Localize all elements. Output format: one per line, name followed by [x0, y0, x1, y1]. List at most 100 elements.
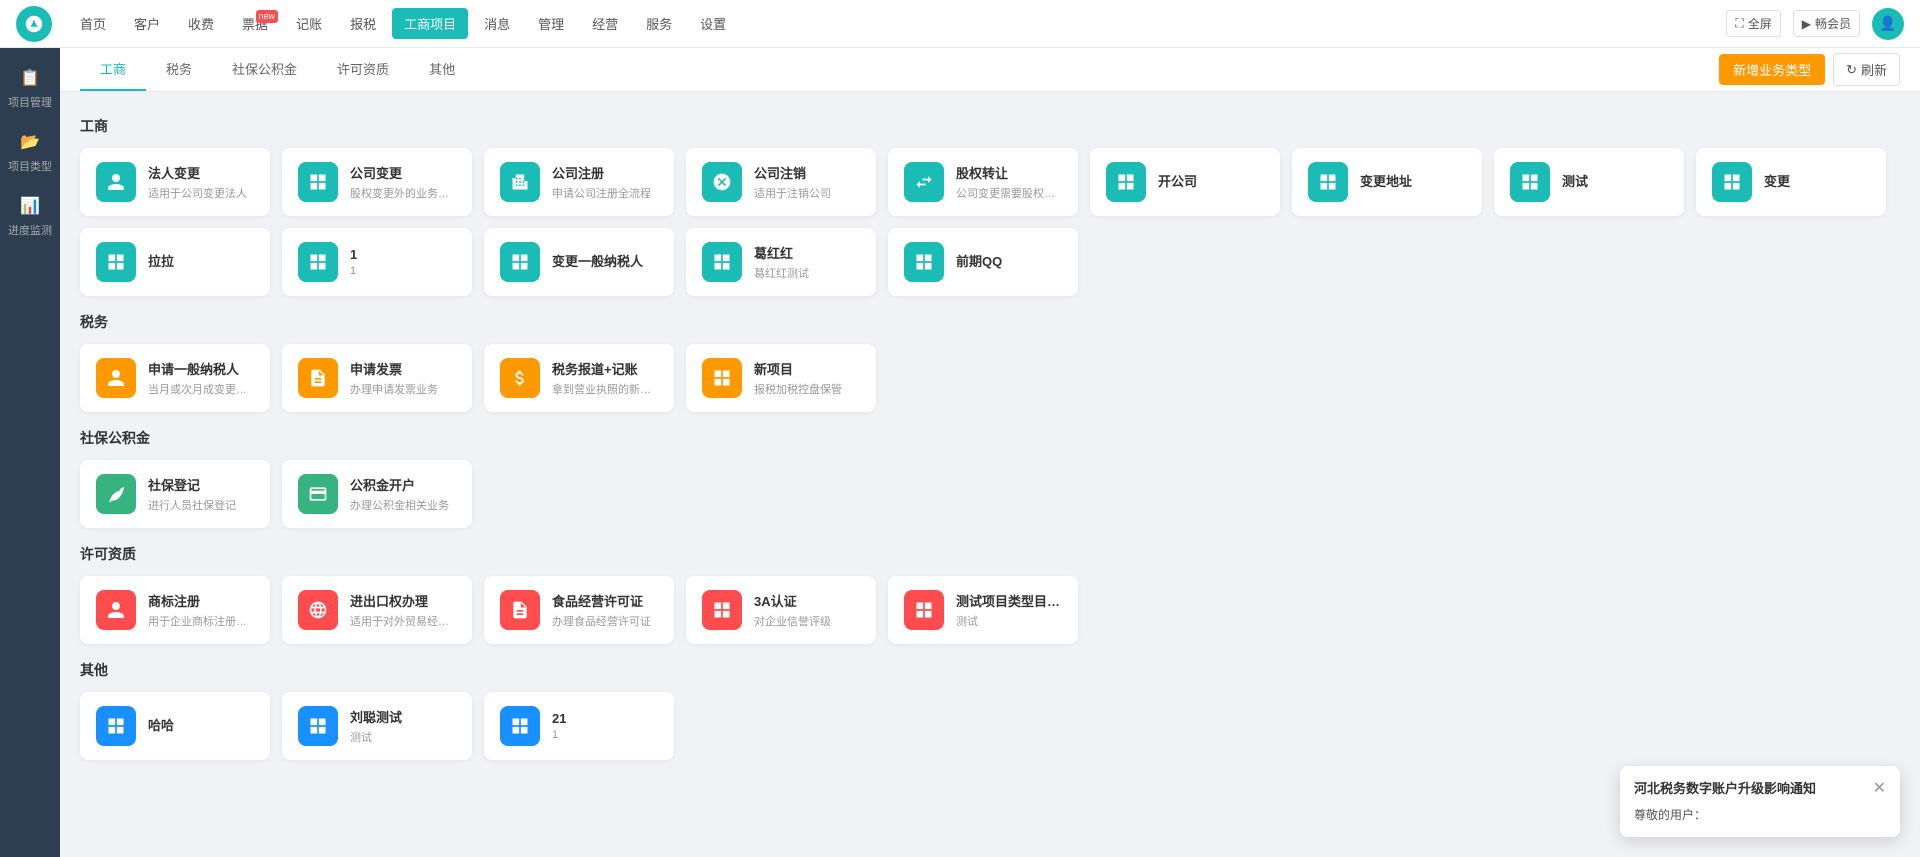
card-公司注册[interactable]: 公司注册申请公司注册全流程: [484, 148, 674, 216]
nav-item-记账[interactable]: 记账: [284, 8, 334, 39]
card-icon-刘聪测试: [298, 706, 338, 746]
card-股权转让[interactable]: 股权转让公司变更需要股权转让: [888, 148, 1078, 216]
card-title-text: 公司注销: [754, 163, 860, 182]
nav-item-报税[interactable]: 报税: [338, 8, 388, 39]
card-食品经营许可证[interactable]: 食品经营许可证办理食品经营许可证: [484, 576, 674, 644]
nav-item-客户[interactable]: 客户: [122, 8, 172, 39]
card-title-text: 21: [552, 711, 658, 726]
card-desc-text: 办理申请发票业务: [350, 381, 456, 397]
member-button[interactable]: ▶ 畅会员: [1793, 10, 1860, 37]
card-法人变更[interactable]: 法人变更适用于公司变更法人: [80, 148, 270, 216]
card-拉拉[interactable]: 拉拉: [80, 228, 270, 296]
card-公司注销[interactable]: 公司注销适用于注销公司: [686, 148, 876, 216]
nav-item-管理[interactable]: 管理: [526, 8, 576, 39]
refresh-button[interactable]: ↻ 刷新: [1833, 53, 1900, 86]
card-title-text: 拉拉: [148, 251, 254, 270]
user-avatar[interactable]: 👤: [1872, 8, 1904, 40]
nav-item-服务[interactable]: 服务: [634, 8, 684, 39]
card-desc-text: 对企业信誉评级: [754, 613, 860, 629]
card-刘聪测试[interactable]: 刘聪测试测试: [282, 692, 472, 760]
card-desc-text: 报税加税控盘保管: [754, 381, 860, 397]
nav-right: ⛶ 全屏 ▶ 畅会员 👤: [1726, 8, 1904, 40]
card-申请一般纳税人[interactable]: 申请一般纳税人当月或次月成变更完成: [80, 344, 270, 412]
card-商标注册[interactable]: 商标注册用于企业商标注册服务: [80, 576, 270, 644]
nav-item-收费[interactable]: 收费: [176, 8, 226, 39]
card-哈哈[interactable]: 哈哈: [80, 692, 270, 760]
subtab-社保公积金[interactable]: 社保公积金: [212, 48, 317, 91]
fullscreen-button[interactable]: ⛶ 全屏: [1726, 10, 1780, 37]
card-icon-税务报道+记账: [500, 358, 540, 398]
card-社保登记[interactable]: 社保登记进行人员社保登记: [80, 460, 270, 528]
card-icon-前期QQ: [904, 242, 944, 282]
subtab-其他[interactable]: 其他: [409, 48, 475, 91]
cards-grid-其他: 哈哈 刘聪测试测试211: [80, 692, 1900, 760]
nav-item-首页[interactable]: 首页: [68, 8, 118, 39]
card-3A认证[interactable]: 3A认证对企业信誉评级: [686, 576, 876, 644]
subtab-许可资质[interactable]: 许可资质: [317, 48, 409, 91]
card-1[interactable]: 11: [282, 228, 472, 296]
card-desc-text: 适用于公司变更法人: [148, 185, 254, 201]
nav-items: 首页客户收费票据new记账报税工商项目消息管理经营服务设置: [68, 8, 1726, 39]
card-icon-公司变更: [298, 162, 338, 202]
card-icon-股权转让: [904, 162, 944, 202]
notification-title: 河北税务数字账户升级影响通知: [1634, 778, 1816, 797]
card-进出口权办理[interactable]: 进出口权办理适用于对外贸易经营者: [282, 576, 472, 644]
card-开公司[interactable]: 开公司: [1090, 148, 1280, 216]
card-title-text: 刘聪测试: [350, 707, 456, 726]
card-税务报道+记账[interactable]: 税务报道+记账拿到营业执照的新公司: [484, 344, 674, 412]
sidebar-item-进度监测[interactable]: 📊进度监测: [0, 184, 60, 248]
top-navigation: 首页客户收费票据new记账报税工商项目消息管理经营服务设置 ⛶ 全屏 ▶ 畅会员…: [0, 0, 1920, 48]
card-21[interactable]: 211: [484, 692, 674, 760]
notification-close-button[interactable]: ✕: [1873, 778, 1886, 798]
subtab-税务[interactable]: 税务: [146, 48, 212, 91]
card-title-text: 申请发票: [350, 359, 456, 378]
card-申请发票[interactable]: 申请发票办理申请发票业务: [282, 344, 472, 412]
card-icon-社保登记: [96, 474, 136, 514]
card-title-text: 社保登记: [148, 475, 254, 494]
nav-item-消息[interactable]: 消息: [472, 8, 522, 39]
card-测试项目类型目定义[interactable]: 测试项目类型目定义测试: [888, 576, 1078, 644]
card-info-哈哈: 哈哈: [148, 715, 254, 737]
card-葛红红[interactable]: 葛红红葛红红测试: [686, 228, 876, 296]
section-title-许可资质: 许可资质: [80, 544, 1900, 564]
card-title-text: 开公司: [1158, 171, 1264, 190]
card-title-text: 变更: [1764, 171, 1870, 190]
notification-header: 河北税务数字账户升级影响通知 ✕: [1634, 778, 1886, 798]
sidebar-item-项目管理[interactable]: 📋项目管理: [0, 56, 60, 120]
card-info-商标注册: 商标注册用于企业商标注册服务: [148, 591, 254, 629]
nav-item-工商项目[interactable]: 工商项目: [392, 8, 468, 39]
card-info-前期QQ: 前期QQ: [956, 251, 1062, 273]
card-info-食品经营许可证: 食品经营许可证办理食品经营许可证: [552, 591, 658, 629]
nav-item-经营[interactable]: 经营: [580, 8, 630, 39]
nav-item-票据[interactable]: 票据new: [230, 8, 280, 39]
card-新项目[interactable]: 新项目报税加税控盘保管: [686, 344, 876, 412]
nav-item-设置[interactable]: 设置: [688, 8, 738, 39]
sidebar-item-项目类型[interactable]: 📂项目类型: [0, 120, 60, 184]
subtab-工商[interactable]: 工商: [80, 48, 146, 91]
card-icon-21: [500, 706, 540, 746]
card-desc-text: 1: [350, 265, 456, 277]
card-title-text: 申请一般纳税人: [148, 359, 254, 378]
card-icon-1: [298, 242, 338, 282]
card-info-公积金开户: 公积金开户办理公积金相关业务: [350, 475, 456, 513]
card-info-申请一般纳税人: 申请一般纳税人当月或次月成变更完成: [148, 359, 254, 397]
card-变更[interactable]: 变更: [1696, 148, 1886, 216]
add-type-button[interactable]: 新增业务类型: [1719, 54, 1825, 85]
card-title-text: 变更一般纳税人: [552, 251, 658, 270]
fullscreen-icon: ⛶: [1735, 16, 1743, 31]
card-测试[interactable]: 测试: [1494, 148, 1684, 216]
card-desc-text: 适用于注销公司: [754, 185, 860, 201]
card-前期QQ[interactable]: 前期QQ: [888, 228, 1078, 296]
card-公司变更[interactable]: 公司变更股权变更外的业务变更: [282, 148, 472, 216]
card-title-text: 商标注册: [148, 591, 254, 610]
card-icon-变更地址: [1308, 162, 1348, 202]
card-desc-text: 办理公积金相关业务: [350, 497, 456, 513]
cards-grid-税务: 申请一般纳税人当月或次月成变更完成申请发票办理申请发票业务税务报道+记账拿到营业…: [80, 344, 1900, 412]
card-info-社保登记: 社保登记进行人员社保登记: [148, 475, 254, 513]
card-info-3A认证: 3A认证对企业信誉评级: [754, 591, 860, 629]
section-title-工商: 工商: [80, 116, 1900, 136]
card-变更地址[interactable]: 变更地址: [1292, 148, 1482, 216]
card-info-变更一般纳税人: 变更一般纳税人: [552, 251, 658, 273]
card-公积金开户[interactable]: 公积金开户办理公积金相关业务: [282, 460, 472, 528]
card-变更一般纳税人[interactable]: 变更一般纳税人: [484, 228, 674, 296]
